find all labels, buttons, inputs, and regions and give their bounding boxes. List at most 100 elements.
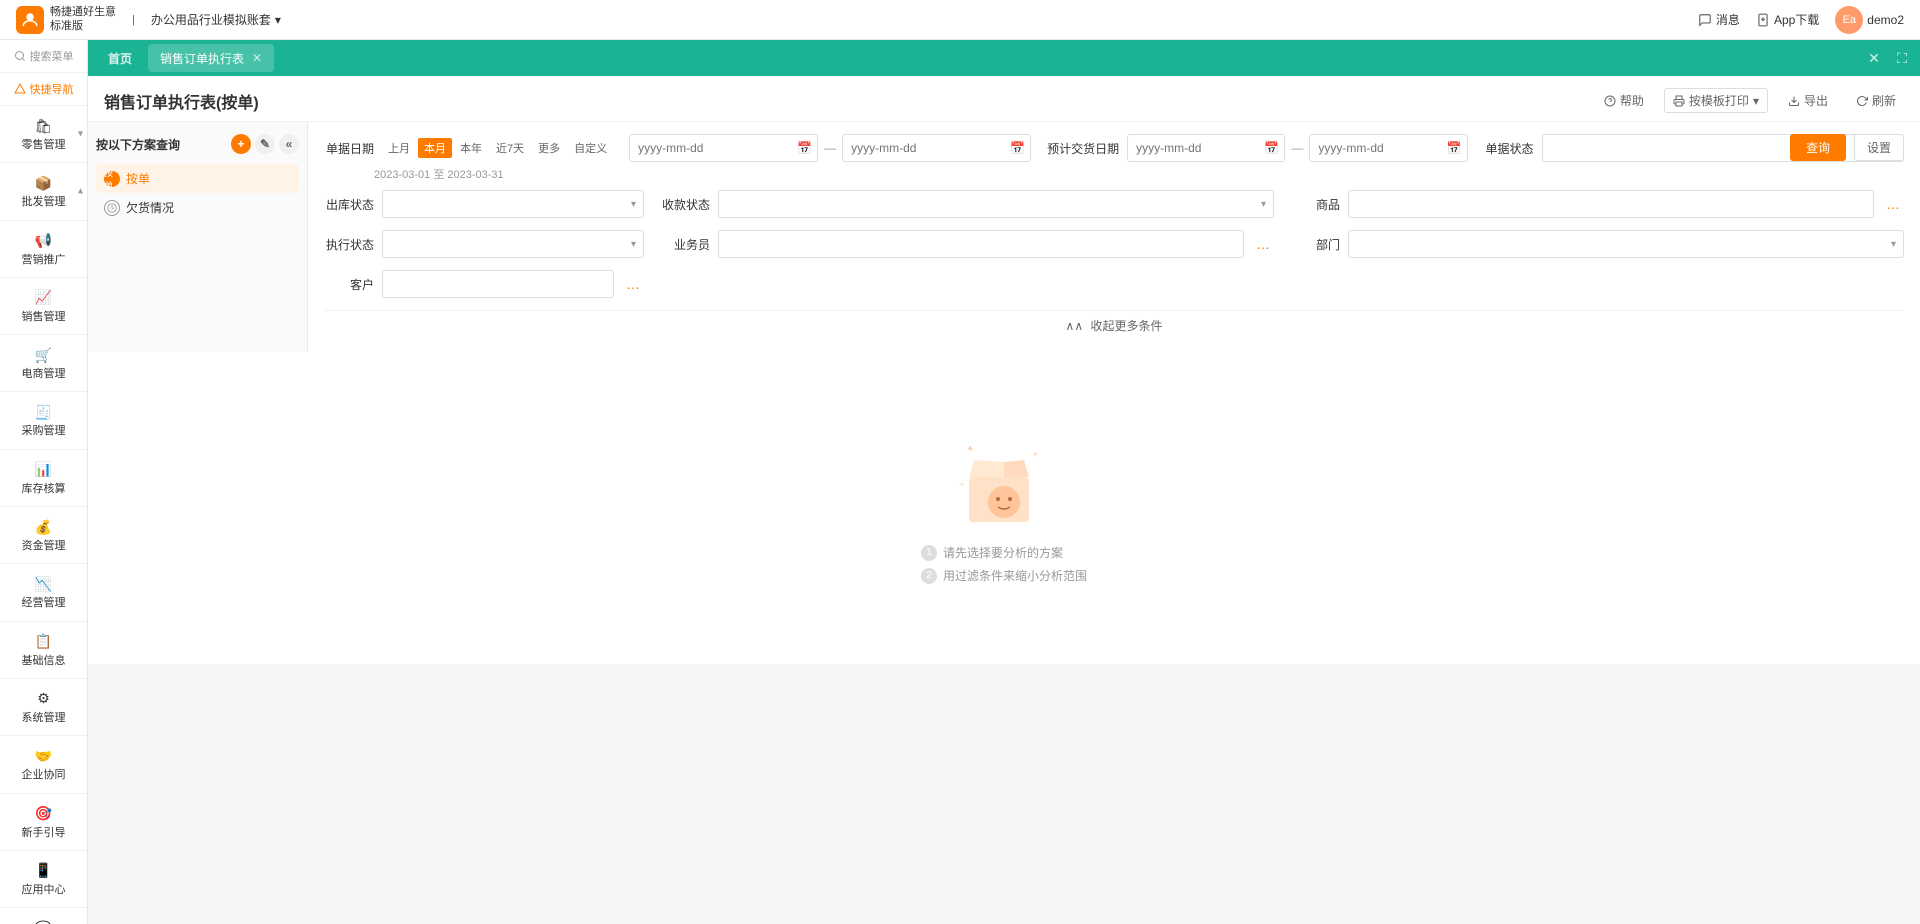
sidebar-item-business[interactable]: 📉 经营管理 (0, 564, 87, 621)
outbound-status-select[interactable] (382, 190, 644, 218)
industry-selector[interactable]: 办公用品行业模拟账套 ▾ (151, 11, 281, 28)
sidebar-item-wechat[interactable]: 💬 企业微信 (0, 908, 87, 924)
window-maximize-button[interactable]: ⛶ (1892, 48, 1912, 68)
date-end-input[interactable] (842, 134, 1031, 162)
sidebar-item-marketing[interactable]: 📢 营销推广 (0, 221, 87, 278)
collapse-filters-button[interactable]: ∧∧ 收起更多条件 (324, 310, 1904, 340)
order-status-label: 单据状态 (1484, 140, 1534, 157)
department-select[interactable] (1348, 230, 1904, 258)
sidebar-item-sales[interactable]: 📈 销售管理 (0, 278, 87, 335)
sidebar-item-label-inventory: 库存核算 (22, 482, 66, 496)
salesperson-input[interactable] (718, 230, 1244, 258)
window-controls: ✕ ⛶ (1864, 48, 1912, 68)
customer-label: 客户 (324, 276, 374, 293)
industry-label: 办公用品行业模拟账套 (151, 11, 271, 28)
tab-sales-order[interactable]: 销售订单执行表 ✕ (148, 44, 274, 72)
sidebar-item-retail[interactable]: 🛍 零售管理 ▾ (0, 106, 87, 163)
app-download-label: App下载 (1774, 11, 1819, 28)
tab-home[interactable]: 首页 (96, 44, 144, 72)
sidebar-item-label-appstore: 应用中心 (22, 883, 66, 897)
date-tab-more[interactable]: 更多 (532, 138, 566, 158)
help-button[interactable]: 帮助 (1596, 88, 1652, 113)
avatar: Ea (1835, 6, 1863, 34)
ecommerce-icon: 🛒 (34, 345, 54, 365)
sidebar-item-label-retail: 零售管理 (22, 138, 66, 152)
department-select-wrapper (1348, 230, 1904, 258)
filter-panel-title: 按以下方案查询 (96, 136, 180, 153)
payment-status-select[interactable] (718, 190, 1274, 218)
date-start-input[interactable] (629, 134, 818, 162)
salesperson-search-icon[interactable]: … (1252, 236, 1274, 252)
sidebar-item-ecommerce[interactable]: 🛒 电商管理 (0, 335, 87, 392)
print-button[interactable]: 按模板打印 ▾ (1664, 88, 1768, 113)
expected-start-wrap: 📅 (1127, 134, 1285, 162)
refresh-button[interactable]: 刷新 (1848, 88, 1904, 113)
sidebar-item-basics[interactable]: 📋 基础信息 (0, 622, 87, 679)
export-button[interactable]: 导出 (1780, 88, 1836, 113)
customer-input[interactable] (382, 270, 614, 298)
sidebar-item-wholesale[interactable]: 📦 批发管理 ▴ (0, 163, 87, 220)
add-scheme-button[interactable]: + (231, 134, 251, 154)
goods-search-icon[interactable]: … (1882, 196, 1904, 212)
sidebar-item-newbie[interactable]: 🎯 新手引导 (0, 794, 87, 851)
logo-area: 畅捷通好生意 标准版 (16, 6, 116, 34)
user-name: demo2 (1867, 13, 1904, 27)
filter-scheme-owe-goods[interactable]: 欠货情况 (96, 193, 299, 222)
collapse-scheme-button[interactable]: « (279, 134, 299, 154)
expected-end-input[interactable] (1309, 134, 1467, 162)
sidebar-item-label-purchase: 采购管理 (22, 424, 66, 438)
customer-field: 客户 … (324, 270, 644, 298)
sidebar-item-enterprise[interactable]: 🤝 企业协同 (0, 736, 87, 793)
header-right: 消息 App下载 Ea demo2 (1698, 6, 1904, 34)
window-close-button[interactable]: ✕ (1864, 48, 1884, 68)
query-action-area: 查询 设置 (1790, 134, 1904, 161)
outbound-status-label: 出库状态 (324, 196, 374, 213)
customer-search-icon[interactable]: … (622, 276, 644, 292)
main-layout: 搜索菜单 快捷导航 🛍 零售管理 ▾ 📦 批发管理 ▴ 📢 营销推广 📈 销售管… (0, 40, 1920, 924)
date-tab-this-year[interactable]: 本年 (454, 138, 488, 158)
user-area[interactable]: Ea demo2 (1835, 6, 1904, 34)
sidebar-item-inventory[interactable]: 📊 库存核算 (0, 450, 87, 507)
sidebar-item-appstore[interactable]: 📱 应用中心 (0, 851, 87, 908)
sidebar-item-finance[interactable]: 💰 资金管理 (0, 507, 87, 564)
system-icon: ⚙ (34, 689, 54, 709)
goods-input[interactable] (1348, 190, 1874, 218)
content-area: 首页 销售订单执行表 ✕ ✕ ⛶ 销售订单执行表(按单) (88, 40, 1920, 924)
sidebar-quick-nav[interactable]: 快捷导航 (0, 73, 87, 106)
calendar-end-icon[interactable]: 📅 (1010, 141, 1025, 155)
svg-text:✦: ✦ (959, 481, 965, 489)
calendar-expected-end-icon[interactable]: 📅 (1447, 141, 1462, 155)
tab-close-icon[interactable]: ✕ (252, 51, 262, 65)
calendar-expected-start-icon[interactable]: 📅 (1264, 141, 1279, 155)
date-tab-custom[interactable]: 自定义 (568, 138, 613, 158)
logo-text: 畅捷通好生意 标准版 (50, 6, 116, 32)
export-label: 导出 (1804, 92, 1828, 109)
empty-illustration: ✦ ✦ ✦ (954, 432, 1054, 532)
app-download-button[interactable]: App下载 (1756, 11, 1819, 28)
edit-scheme-button[interactable]: ✎ (255, 134, 275, 154)
hint-num-2: 2 (921, 568, 937, 584)
query-button[interactable]: 查询 (1790, 134, 1846, 161)
date-tab-this-month[interactable]: 本月 (418, 138, 452, 158)
tab-sales-order-label: 销售订单执行表 (160, 50, 244, 67)
date-tab-last-month[interactable]: 上月 (382, 138, 416, 158)
date-tab-7days[interactable]: 近7天 (490, 138, 530, 158)
sidebar-item-system[interactable]: ⚙ 系统管理 (0, 679, 87, 736)
date-tabs: 上月 本月 本年 近7天 更多 自定义 (382, 138, 613, 158)
content-panel: 销售订单执行表(按单) 帮助 按模板打印 ▾ (88, 76, 1920, 664)
sidebar-item-purchase[interactable]: 🧾 采购管理 (0, 392, 87, 449)
retail-icon: 🛍 (34, 116, 54, 136)
settings-button[interactable]: 设置 (1854, 134, 1904, 161)
expected-delivery-label: 预计交货日期 (1047, 140, 1119, 157)
expected-start-input[interactable] (1127, 134, 1285, 162)
calendar-start-icon[interactable]: 📅 (797, 141, 812, 155)
filter-scheme-by-order[interactable]: 按单 按单 (96, 164, 299, 193)
expected-delivery-field: 预计交货日期 📅 — 📅 (1047, 134, 1467, 162)
sidebar-item-label-ecommerce: 电商管理 (22, 367, 66, 381)
sidebar-search[interactable]: 搜索菜单 (0, 40, 87, 73)
sidebar-item-label-newbie: 新手引导 (22, 826, 66, 840)
sales-icon: 📈 (34, 288, 54, 308)
execution-status-select[interactable] (382, 230, 644, 258)
scheme-icon-order: 按单 (104, 171, 120, 187)
message-button[interactable]: 消息 (1698, 11, 1740, 28)
